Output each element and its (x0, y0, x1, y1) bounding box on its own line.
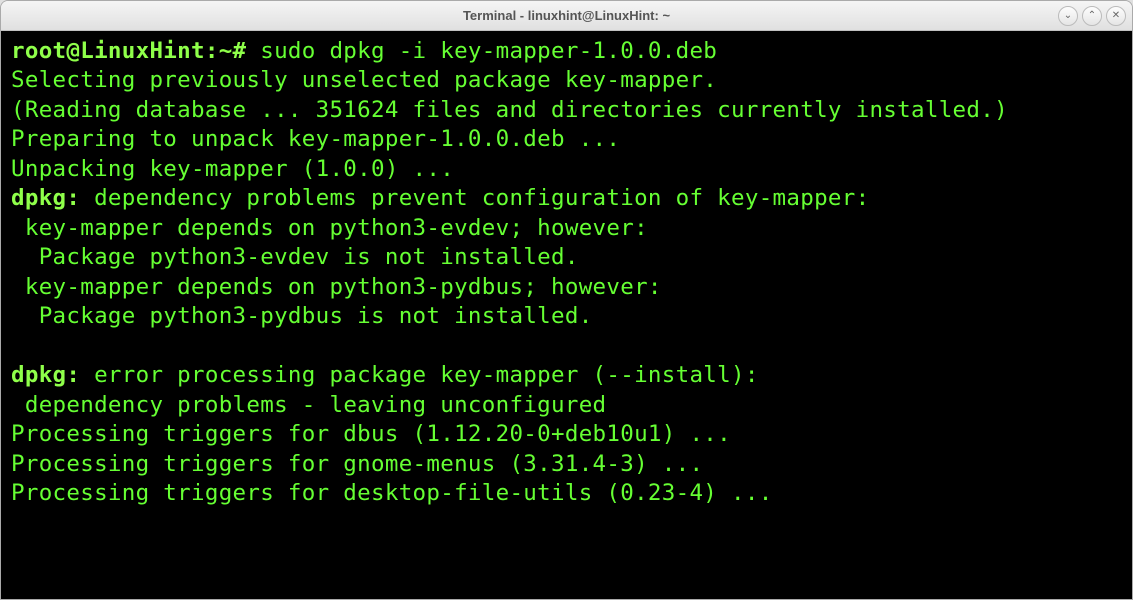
output-line: Preparing to unpack key-mapper-1.0.0.deb… (11, 126, 620, 152)
window-controls: ⌄ ⌃ ✕ (1058, 6, 1126, 26)
prompt: root@LinuxHint:~# (11, 38, 260, 64)
maximize-button[interactable]: ⌃ (1082, 6, 1102, 26)
output-line: Processing triggers for dbus (1.12.20-0+… (11, 421, 731, 447)
close-icon: ✕ (1112, 11, 1120, 21)
output-line: Unpacking key-mapper (1.0.0) ... (11, 156, 454, 182)
titlebar: Terminal - linuxhint@LinuxHint: ~ ⌄ ⌃ ✕ (1, 1, 1132, 31)
output-line: Package python3-pydbus is not installed. (11, 303, 593, 329)
window-title: Terminal - linuxhint@LinuxHint: ~ (463, 8, 670, 23)
dpkg-label: dpkg: (11, 185, 80, 211)
dpkg-label: dpkg: (11, 362, 80, 388)
output-line: key-mapper depends on python3-pydbus; ho… (11, 274, 662, 300)
command: sudo dpkg -i key-mapper-1.0.0.deb (260, 38, 717, 64)
minimize-button[interactable]: ⌄ (1058, 6, 1078, 26)
close-button[interactable]: ✕ (1106, 6, 1126, 26)
output-line: Selecting previously unselected package … (11, 67, 717, 93)
output-line: error processing package key-mapper (--i… (80, 362, 758, 388)
output-line: dependency problems prevent configuratio… (80, 185, 869, 211)
minimize-icon: ⌄ (1064, 11, 1072, 21)
output-line: dependency problems - leaving unconfigur… (11, 392, 606, 418)
output-line: key-mapper depends on python3-evdev; how… (11, 215, 648, 241)
maximize-icon: ⌃ (1088, 11, 1096, 21)
output-line: Package python3-evdev is not installed. (11, 244, 579, 270)
terminal-window: Terminal - linuxhint@LinuxHint: ~ ⌄ ⌃ ✕ … (0, 0, 1133, 600)
output-line: Processing triggers for desktop-file-uti… (11, 480, 773, 506)
output-line: (Reading database ... 351624 files and d… (11, 97, 1008, 123)
terminal-output[interactable]: root@LinuxHint:~# sudo dpkg -i key-mappe… (1, 31, 1132, 599)
output-line: Processing triggers for gnome-menus (3.3… (11, 451, 703, 477)
